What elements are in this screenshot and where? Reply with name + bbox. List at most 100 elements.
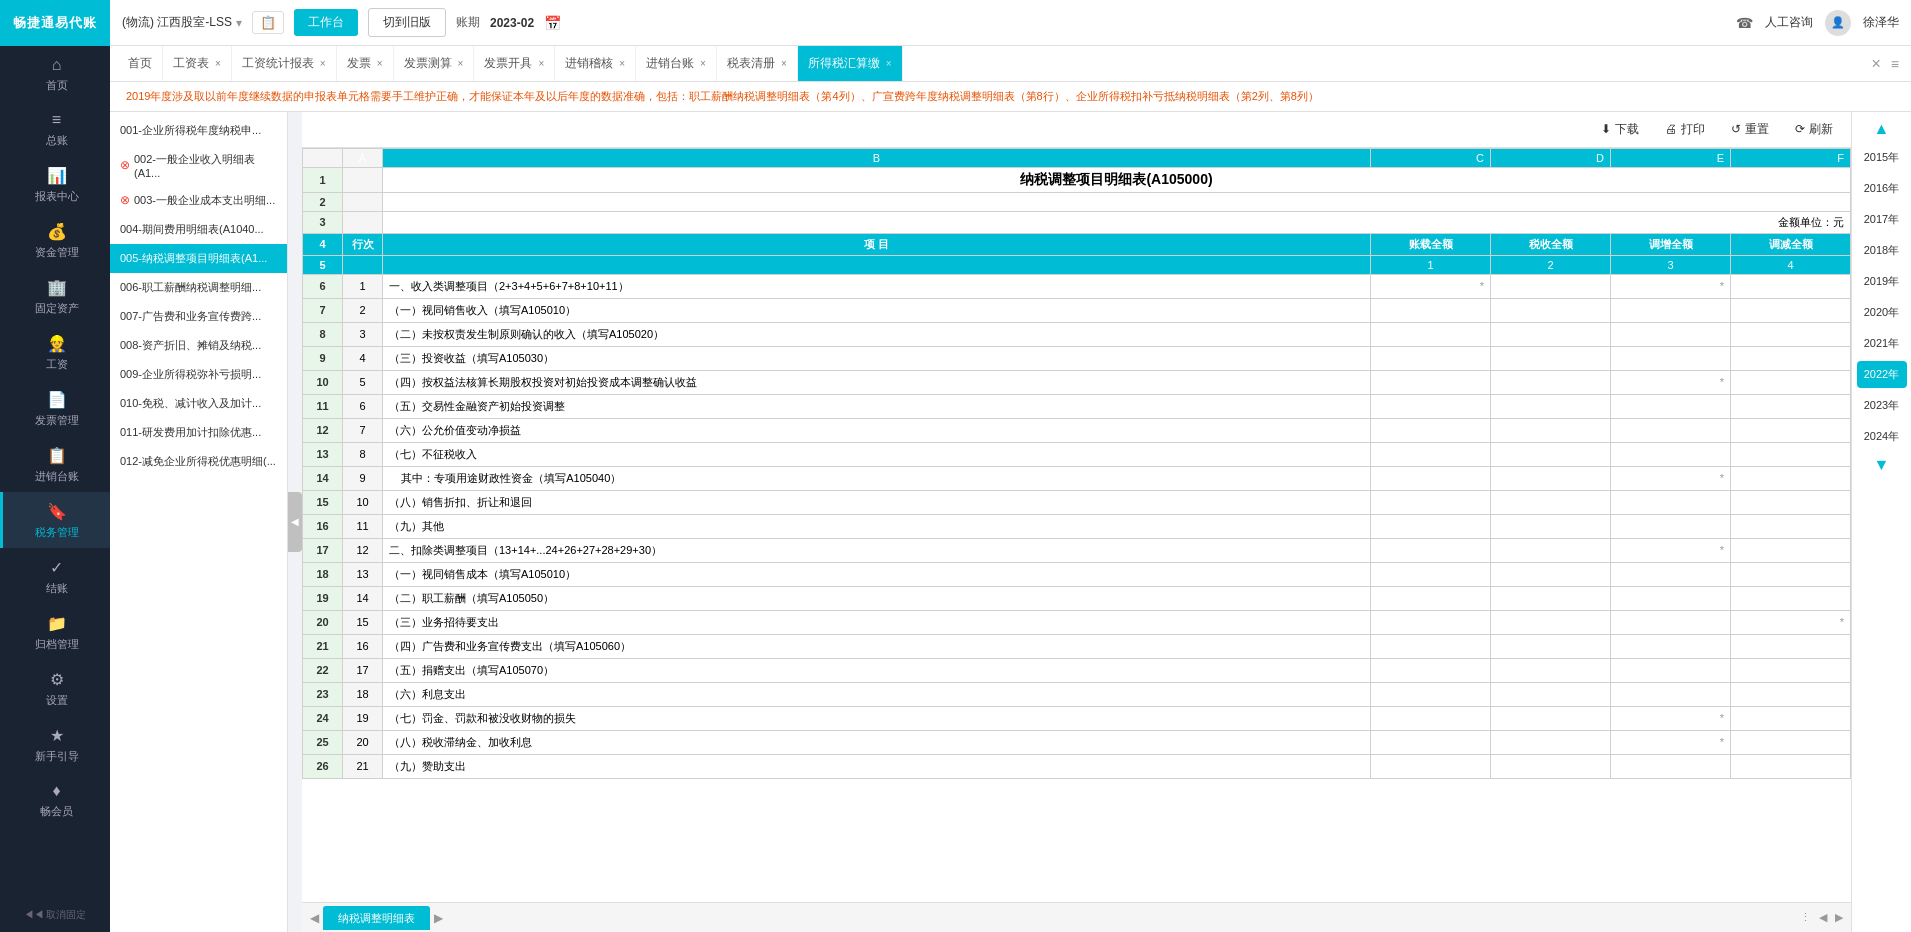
scroll-right-icon-2[interactable]: ▶ xyxy=(1835,911,1843,924)
header-row-1: 4 行次 项 目 账载全额 税收全额 调增全额 调减全额 xyxy=(303,233,1851,255)
unpin-button[interactable]: ◀◀ 取消固定 xyxy=(0,898,110,932)
tab-label: 进销稽核 xyxy=(565,55,613,72)
sidebar-item-member[interactable]: ♦ 畅会员 xyxy=(0,772,110,827)
sheet-tab-tax-adjust[interactable]: 纳税调整明细表 xyxy=(323,906,430,930)
sheet-area[interactable]: A B C D E F 1 纳税调整项目明细表(A1 xyxy=(302,148,1851,903)
left-panel-item-001[interactable]: 001-企业所得税年度纳税申... xyxy=(110,116,287,145)
sidebar-item-label: 畅会员 xyxy=(40,804,73,819)
sidebar: 畅捷通易代账 ⌂ 首页 ≡ 总账 📊 报表中心 💰 资金管理 🏢 固定资产 👷 … xyxy=(0,0,110,932)
year-2024[interactable]: 2024年 xyxy=(1857,423,1907,450)
year-2016[interactable]: 2016年 xyxy=(1857,175,1907,202)
calendar-icon[interactable]: 📅 xyxy=(544,15,561,31)
left-panel-item-004[interactable]: 004-期间费用明细表(A1040... xyxy=(110,215,287,244)
chevron-down-icon: ▾ xyxy=(236,16,242,30)
table-row: 8 3 （二）未按权责发生制原则确认的收入（填写A105020） xyxy=(303,322,1851,346)
sidebar-item-purchase-sales[interactable]: 📋 进销台账 xyxy=(0,436,110,492)
left-panel-item-003[interactable]: ⊗ 003-一般企业成本支出明细... xyxy=(110,186,287,215)
tab-salary-stats[interactable]: 工资统计报表 × xyxy=(232,46,337,82)
left-panel-item-002[interactable]: ⊗ 002-一般企业收入明细表(A1... xyxy=(110,145,287,186)
scroll-left-icon[interactable]: ◀ xyxy=(310,911,319,925)
year-2019[interactable]: 2019年 xyxy=(1857,268,1907,295)
year-2023[interactable]: 2023年 xyxy=(1857,392,1907,419)
tab-close-icon[interactable]: × xyxy=(377,58,383,69)
sidebar-item-close-account[interactable]: ✓ 结账 xyxy=(0,548,110,604)
year-2018[interactable]: 2018年 xyxy=(1857,237,1907,264)
year-2022[interactable]: 2022年 xyxy=(1857,361,1907,388)
item-label: 003-一般企业成本支出明细... xyxy=(134,193,275,208)
collapse-panel-button[interactable]: ◀ xyxy=(288,492,302,552)
sidebar-item-finance[interactable]: 💰 资金管理 xyxy=(0,212,110,268)
middle-area: ⬇ 下载 🖨 打印 ↺ 重置 ⟳ 刷新 xyxy=(302,112,1851,933)
service-label[interactable]: 人工咨询 xyxy=(1765,14,1813,31)
tab-close-icon[interactable]: × xyxy=(781,58,787,69)
tab-home[interactable]: 首页 xyxy=(118,46,163,82)
year-scroll-down-button[interactable]: ▼ xyxy=(1870,452,1894,478)
left-panel-item-008[interactable]: 008-资产折旧、摊销及纳税... xyxy=(110,331,287,360)
sidebar-item-assets[interactable]: 🏢 固定资产 xyxy=(0,268,110,324)
tab-close-icon[interactable]: × xyxy=(700,58,706,69)
year-2015[interactable]: 2015年 xyxy=(1857,144,1907,171)
close-all-tabs-button[interactable]: × xyxy=(1865,55,1886,73)
sidebar-item-home[interactable]: ⌂ 首页 xyxy=(0,46,110,101)
left-panel-item-009[interactable]: 009-企业所得税弥补亏损明... xyxy=(110,360,287,389)
topbar: (物流) 江西股室-LSS ▾ 📋 工作台 切到旧版 账期 2023-02 📅 … xyxy=(110,0,1911,46)
sidebar-item-archive[interactable]: 📁 归档管理 xyxy=(0,604,110,660)
tax-icon: 🔖 xyxy=(47,502,67,521)
sidebar-item-label: 报表中心 xyxy=(35,189,79,204)
tab-invoice-open[interactable]: 发票开具 × xyxy=(474,46,555,82)
left-panel-item-005[interactable]: 005-纳税调整项目明细表(A1... xyxy=(110,244,287,273)
right-year-panel: ▲ 2015年 2016年 2017年 2018年 2019年 2020年 20… xyxy=(1851,112,1911,933)
tab-close-icon[interactable]: × xyxy=(215,58,221,69)
sidebar-item-ledger[interactable]: ≡ 总账 xyxy=(0,101,110,156)
left-panel-item-011[interactable]: 011-研发费用加计扣除优惠... xyxy=(110,418,287,447)
year-2017[interactable]: 2017年 xyxy=(1857,206,1907,233)
tab-salary[interactable]: 工资表 × xyxy=(163,46,232,82)
item-label: 006-职工薪酬纳税调整明细... xyxy=(120,280,261,295)
print-button[interactable]: 🖨 打印 xyxy=(1659,118,1711,141)
left-panel-item-010[interactable]: 010-免税、减计收入及加计... xyxy=(110,389,287,418)
year-2020[interactable]: 2020年 xyxy=(1857,299,1907,326)
refresh-button[interactable]: ⟳ 刷新 xyxy=(1789,118,1839,141)
col-header-b: B xyxy=(383,148,1371,167)
sidebar-item-salary[interactable]: 👷 工资 xyxy=(0,324,110,380)
error-icon: ⊗ xyxy=(120,158,130,172)
sidebar-item-guide[interactable]: ★ 新手引导 xyxy=(0,716,110,772)
tab-income-tax[interactable]: 所得税汇算缴 × xyxy=(798,46,903,82)
tab-label: 税表清册 xyxy=(727,55,775,72)
copy-button[interactable]: 📋 xyxy=(252,11,284,34)
left-panel-item-007[interactable]: 007-广告费和业务宣传费跨... xyxy=(110,302,287,331)
tab-label: 首页 xyxy=(128,55,152,72)
ledger-icon: ≡ xyxy=(52,111,61,129)
tab-close-icon[interactable]: × xyxy=(538,58,544,69)
scroll-left-icon-2[interactable]: ◀ xyxy=(1819,911,1827,924)
left-panel-item-006[interactable]: 006-职工薪酬纳税调整明细... xyxy=(110,273,287,302)
sidebar-item-invoice[interactable]: 📄 发票管理 xyxy=(0,380,110,436)
reset-button[interactable]: ↺ 重置 xyxy=(1725,118,1775,141)
worktable-button[interactable]: 工作台 xyxy=(294,9,358,36)
tab-invoice-calc[interactable]: 发票测算 × xyxy=(394,46,475,82)
tab-close-icon[interactable]: × xyxy=(320,58,326,69)
tab-close-icon[interactable]: × xyxy=(458,58,464,69)
sheet-options-icon[interactable]: ⋮ xyxy=(1800,911,1811,924)
year-scroll-up-button[interactable]: ▲ xyxy=(1870,116,1894,142)
scroll-right-icon[interactable]: ▶ xyxy=(434,911,443,925)
download-button[interactable]: ⬇ 下载 xyxy=(1595,118,1645,141)
tab-tax-return[interactable]: 税表清册 × xyxy=(717,46,798,82)
sidebar-item-tax[interactable]: 🔖 税务管理 xyxy=(0,492,110,548)
tabbar-menu-icon[interactable]: ≡ xyxy=(1887,56,1903,72)
settings-icon: ⚙ xyxy=(50,670,64,689)
sidebar-item-label: 税务管理 xyxy=(35,525,79,540)
tab-purchase-sales-ledger[interactable]: 进销台账 × xyxy=(636,46,717,82)
switch-old-button[interactable]: 切到旧版 xyxy=(368,8,446,37)
tab-invoice[interactable]: 发票 × xyxy=(337,46,394,82)
sheet-tab-bar: ◀ 纳税调整明细表 ▶ ⋮ ◀ ▶ xyxy=(302,902,1851,932)
sidebar-item-label: 首页 xyxy=(46,78,68,93)
tab-close-icon[interactable]: × xyxy=(886,58,892,69)
sidebar-item-settings[interactable]: ⚙ 设置 xyxy=(0,660,110,716)
item-label: 004-期间费用明细表(A1040... xyxy=(120,222,264,237)
tab-stock-check[interactable]: 进销稽核 × xyxy=(555,46,636,82)
left-panel-item-012[interactable]: 012-减免企业所得税优惠明细(... xyxy=(110,447,287,476)
sidebar-item-reports[interactable]: 📊 报表中心 xyxy=(0,156,110,212)
year-2021[interactable]: 2021年 xyxy=(1857,330,1907,357)
tab-close-icon[interactable]: × xyxy=(619,58,625,69)
